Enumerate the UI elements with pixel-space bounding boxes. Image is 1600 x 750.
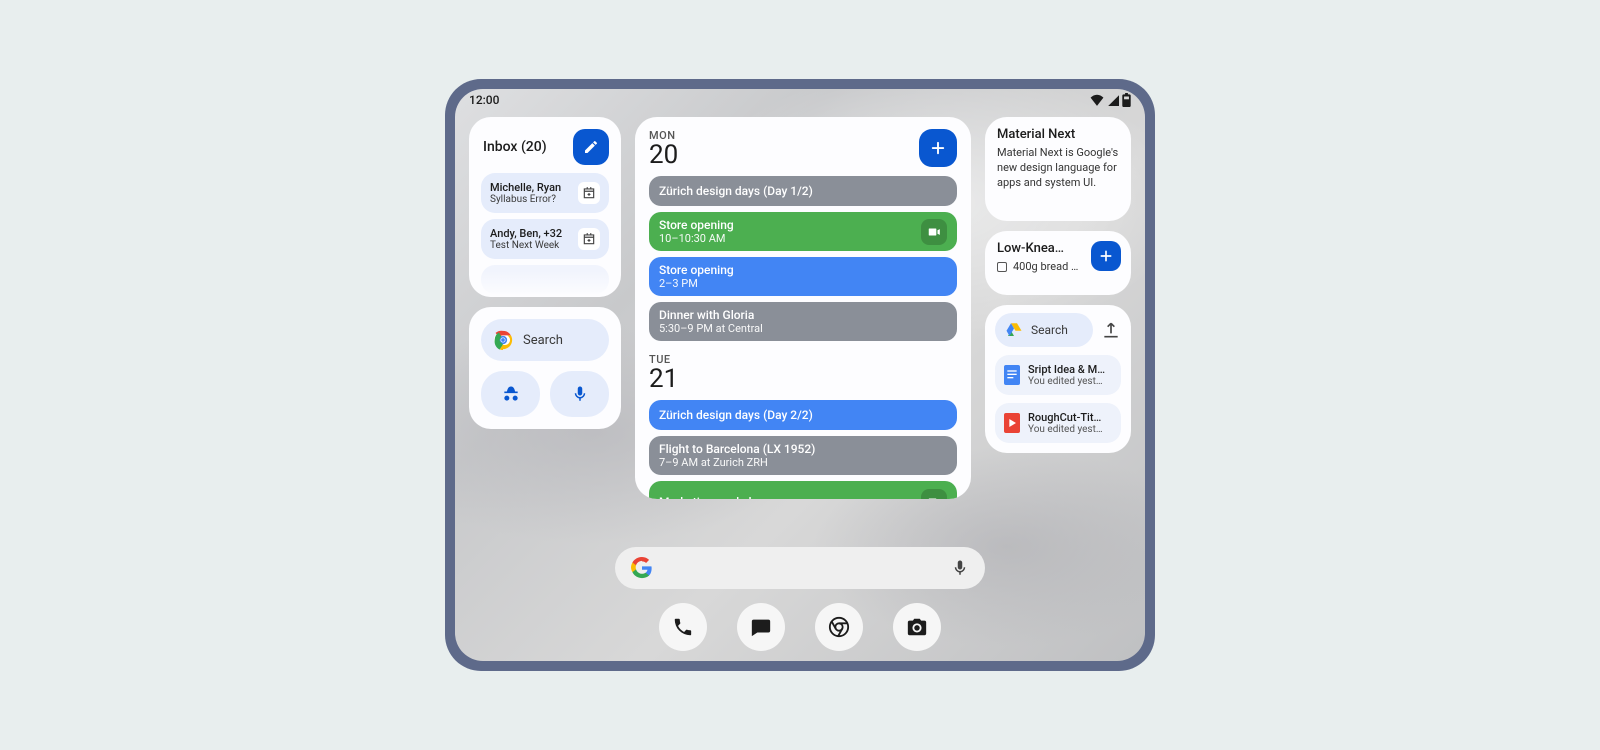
- note-widget[interactable]: Material Next Material Next is Google's …: [985, 117, 1131, 221]
- video-call-button[interactable]: [921, 489, 947, 499]
- calendar-day-header: TUE 21: [649, 353, 957, 394]
- incognito-icon: [501, 384, 521, 404]
- drive-search-button[interactable]: Search: [995, 313, 1093, 347]
- signal-icon: [1107, 94, 1119, 106]
- plus-icon: [929, 139, 947, 157]
- note-body: Material Next is Google's new design lan…: [997, 146, 1119, 191]
- wifi-icon: [1090, 94, 1104, 106]
- inbox-item-sender: Andy, Ben, +32: [490, 227, 572, 240]
- chrome-icon: [493, 330, 513, 350]
- dock: [455, 603, 1145, 651]
- compose-button[interactable]: [573, 129, 609, 165]
- phone-app[interactable]: [659, 603, 707, 651]
- chat-icon: [750, 616, 772, 638]
- inbox-item-sender: Michelle, Ryan: [490, 181, 572, 194]
- add-to-calendar-icon[interactable]: [578, 228, 600, 250]
- checkbox-icon[interactable]: [997, 262, 1007, 272]
- home-screen: 12:00 Inbox (20): [455, 89, 1145, 661]
- chrome-app[interactable]: [815, 603, 863, 651]
- add-event-button[interactable]: [919, 129, 957, 167]
- video-icon: [927, 225, 941, 239]
- inbox-item[interactable]: Michelle, Ryan Syllabus Error?: [481, 173, 609, 213]
- inbox-item-subject: Test Next Week: [490, 240, 572, 251]
- chrome-search-button[interactable]: Search: [481, 319, 609, 361]
- calendar-day-header: MON 20: [649, 129, 678, 170]
- file-name: Sript Idea & M…: [1028, 363, 1105, 376]
- messages-app[interactable]: [737, 603, 785, 651]
- calendar-event[interactable]: Dinner with Gloria 5:30–9 PM at Central: [649, 302, 957, 341]
- status-icons: [1090, 93, 1131, 107]
- drive-widget: Search Sript Idea & M… You edited yest…: [985, 305, 1131, 453]
- file-meta: You edited yest…: [1028, 424, 1103, 435]
- google-logo-icon: [631, 557, 653, 579]
- note-widget[interactable]: Low-Knead B… 400g bread …: [985, 231, 1131, 295]
- calendar-event[interactable]: Marketing workshop: [649, 481, 957, 499]
- calendar-event[interactable]: Store opening 2–3 PM: [649, 257, 957, 296]
- video-call-button[interactable]: [921, 219, 947, 245]
- chrome-icon: [828, 616, 850, 638]
- inbox-item[interactable]: Andy, Ben, +32 Test Next Week: [481, 219, 609, 259]
- chrome-widget: Search: [469, 307, 621, 429]
- video-icon: [927, 495, 941, 499]
- plus-icon: [1098, 248, 1114, 264]
- inbox-item-subject: Syllabus Error?: [490, 194, 572, 205]
- video-file-icon: [1004, 413, 1020, 433]
- pencil-icon: [583, 139, 599, 155]
- incognito-button[interactable]: [481, 371, 540, 417]
- file-name: RoughCut-Tit…: [1028, 411, 1103, 424]
- drive-file[interactable]: RoughCut-Tit… You edited yest…: [995, 403, 1121, 443]
- calendar-event[interactable]: Zürich design days (Day 2/2): [649, 400, 957, 430]
- drive-icon: [1005, 321, 1023, 339]
- calendar-event[interactable]: Flight to Barcelona (LX 1952) 7–9 AM at …: [649, 436, 957, 475]
- voice-search-button[interactable]: [550, 371, 609, 417]
- camera-icon: [906, 616, 928, 638]
- clock: 12:00: [469, 93, 499, 107]
- inbox-widget[interactable]: Inbox (20) Michelle, Ryan Syllabus Error…: [469, 117, 621, 297]
- chrome-search-label: Search: [523, 333, 563, 348]
- phone-icon: [672, 616, 694, 638]
- status-bar: 12:00: [455, 89, 1145, 111]
- drive-file[interactable]: Sript Idea & M… You edited yest…: [995, 355, 1121, 395]
- doc-icon: [1004, 365, 1020, 385]
- file-meta: You edited yest…: [1028, 376, 1105, 387]
- mic-icon[interactable]: [951, 559, 969, 577]
- battery-icon: [1122, 93, 1131, 107]
- add-to-calendar-icon[interactable]: [578, 182, 600, 204]
- drive-search-label: Search: [1031, 323, 1068, 337]
- upload-icon[interactable]: [1101, 320, 1121, 340]
- tablet-frame: 12:00 Inbox (20): [445, 79, 1155, 671]
- mic-icon: [571, 385, 589, 403]
- calendar-event[interactable]: Store opening 10–10:30 AM: [649, 212, 957, 251]
- note-title: Material Next: [997, 127, 1119, 142]
- inbox-title: Inbox (20): [483, 139, 547, 155]
- camera-app[interactable]: [893, 603, 941, 651]
- calendar-event[interactable]: Zürich design days (Day 1/2): [649, 176, 957, 206]
- note-title: Low-Knead B…: [997, 241, 1067, 256]
- google-search-bar[interactable]: [615, 547, 985, 589]
- add-note-button[interactable]: [1091, 241, 1121, 271]
- calendar-widget[interactable]: MON 20 Zürich design days (Day 1/2) Stor…: [635, 117, 971, 499]
